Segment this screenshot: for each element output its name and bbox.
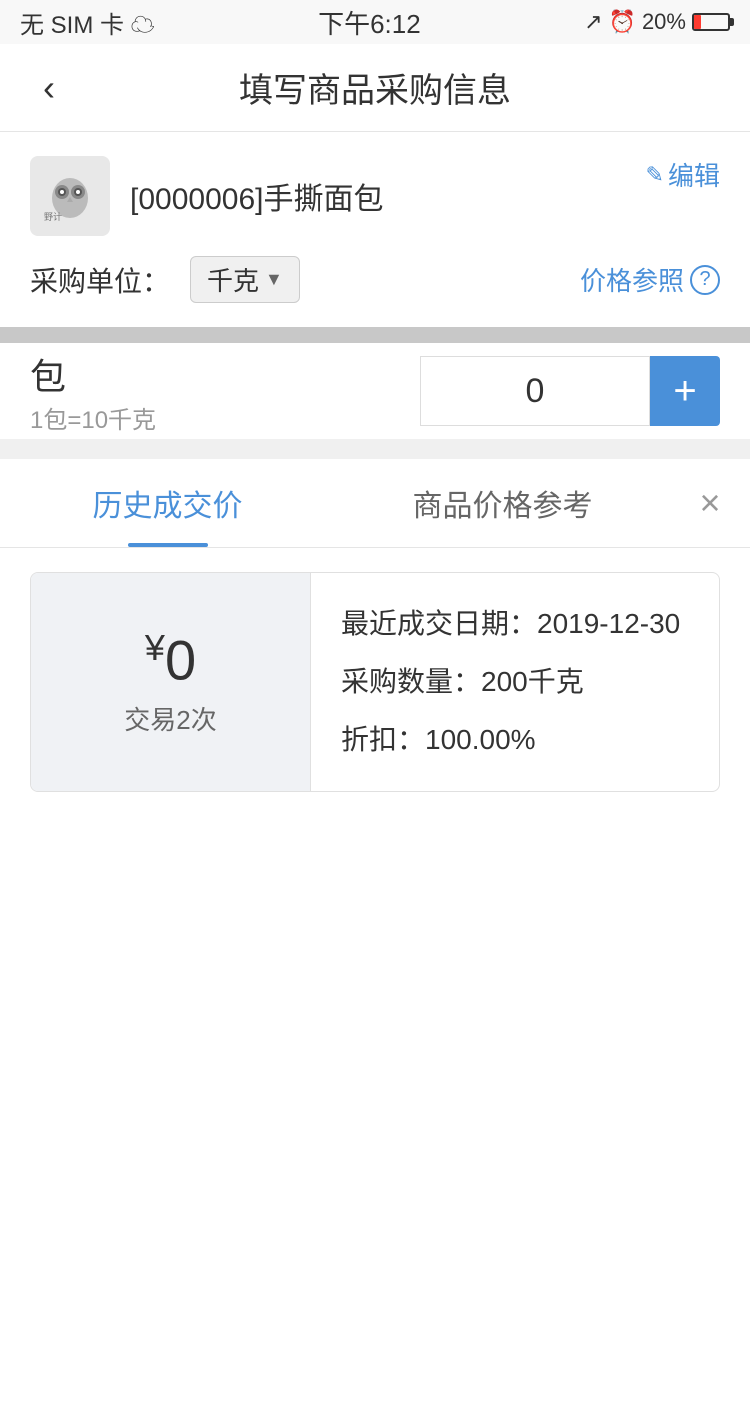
battery-percent: 20% [642,9,686,35]
tabs-close-button[interactable]: × [670,459,750,547]
quantity-unit: 包 [30,348,156,400]
purchase-quantity-value: 200千克 [481,666,584,697]
currency-symbol: ¥ [145,627,165,668]
recent-date-value: 2019-12-30 [537,608,680,639]
price-ref-label: 价格参照 [580,261,684,298]
battery-fill [694,15,701,29]
edit-label: 编辑 [668,156,720,193]
card-price-area: ¥0 交易2次 [31,573,311,791]
back-arrow-icon: ‹ [43,70,55,106]
product-section: 野计 [0000006]手撕面包 ✎ 编辑 采购单位： 千克 ▼ 价格参照 ? [0,132,750,327]
tabs-container: 历史成交价 商品价格参考 × ¥0 交易2次 最近成交日期：2019-12-30… [0,459,750,1416]
nav-bar: ‹ 填写商品采购信息 [0,44,750,132]
quantity-plus-button[interactable]: + [650,356,720,426]
edit-button[interactable]: ✎ 编辑 [646,156,720,193]
product-unit-row: 采购单位： 千克 ▼ 价格参照 ? [30,256,720,303]
discount-value: 100.00% [425,724,536,755]
battery-indicator [692,13,730,31]
recent-date-label: 最近成交日期： [341,608,537,639]
product-image: 野计 [40,164,100,229]
status-time: 下午6:12 [318,4,421,41]
page-title: 填写商品采购信息 [239,63,511,112]
edit-icon: ✎ [646,162,664,188]
status-left: 无 SIM 卡 ☁ [20,5,155,40]
unit-select-dropdown[interactable]: 千克 ▼ [190,256,300,303]
quantity-value: 0 [526,372,545,411]
discount-label: 折扣： [341,724,425,755]
quantity-input-area: 0 + [420,356,720,426]
product-thumbnail: 野计 [30,156,110,236]
plus-icon: + [673,369,696,414]
card-details-area: 最近成交日期：2019-12-30 采购数量：200千克 折扣：100.00% [311,573,719,791]
quantity-conversion: 1包=10千克 [30,400,156,435]
alarm-icon: ⏰ [609,9,636,35]
discount-row: 折扣：100.00% [341,719,689,761]
unit-area: 采购单位： 千克 ▼ [30,256,300,303]
tabs-header: 历史成交价 商品价格参考 × [0,459,750,548]
quantity-section: 包 1包=10千克 0 + [0,343,750,439]
unit-select-value: 千克 [207,261,259,298]
quantity-label-area: 包 1包=10千克 [30,348,156,435]
product-id-name: [0000006]手撕面包 [130,174,383,218]
product-left: 野计 [0000006]手撕面包 [30,156,383,236]
product-info: [0000006]手撕面包 [130,174,383,218]
price-reference-button[interactable]: 价格参照 ? [580,261,720,298]
quantity-input[interactable]: 0 [420,356,650,426]
tab-content-history: ¥0 交易2次 最近成交日期：2019-12-30 采购数量：200千克 折扣：… [0,548,750,816]
trades-count: 交易2次 [124,700,216,737]
purchase-quantity-label: 采购数量： [341,666,481,697]
status-right: ↗ ⏰ 20% [584,9,730,35]
tab-product-price-ref[interactable]: 商品价格参考 [335,459,670,547]
price-value: 0 [165,628,196,691]
back-button[interactable]: ‹ [24,63,74,113]
product-header: 野计 [0000006]手撕面包 ✎ 编辑 [30,156,720,236]
tab-price-ref-label: 商品价格参考 [413,481,593,525]
purchase-quantity-row: 采购数量：200千克 [341,661,689,703]
tab-history-label: 历史成交价 [93,481,243,525]
tab-history-price[interactable]: 历史成交价 [0,459,335,547]
dropdown-arrow-icon: ▼ [265,269,283,290]
status-bar: 无 SIM 卡 ☁ 下午6:12 ↗ ⏰ 20% [0,0,750,44]
section-divider [0,327,750,343]
history-card: ¥0 交易2次 最近成交日期：2019-12-30 采购数量：200千克 折扣：… [30,572,720,792]
location-icon: ↗ [584,9,602,35]
page-bottom [0,816,750,1416]
close-icon: × [699,482,720,524]
unit-label: 采购单位： [30,260,170,300]
svg-text:野计: 野计 [44,211,62,222]
help-icon: ? [690,265,720,295]
card-price-display: ¥0 [145,627,196,693]
sim-status: 无 SIM 卡 ☁ [20,5,155,40]
recent-date-row: 最近成交日期：2019-12-30 [341,603,689,645]
